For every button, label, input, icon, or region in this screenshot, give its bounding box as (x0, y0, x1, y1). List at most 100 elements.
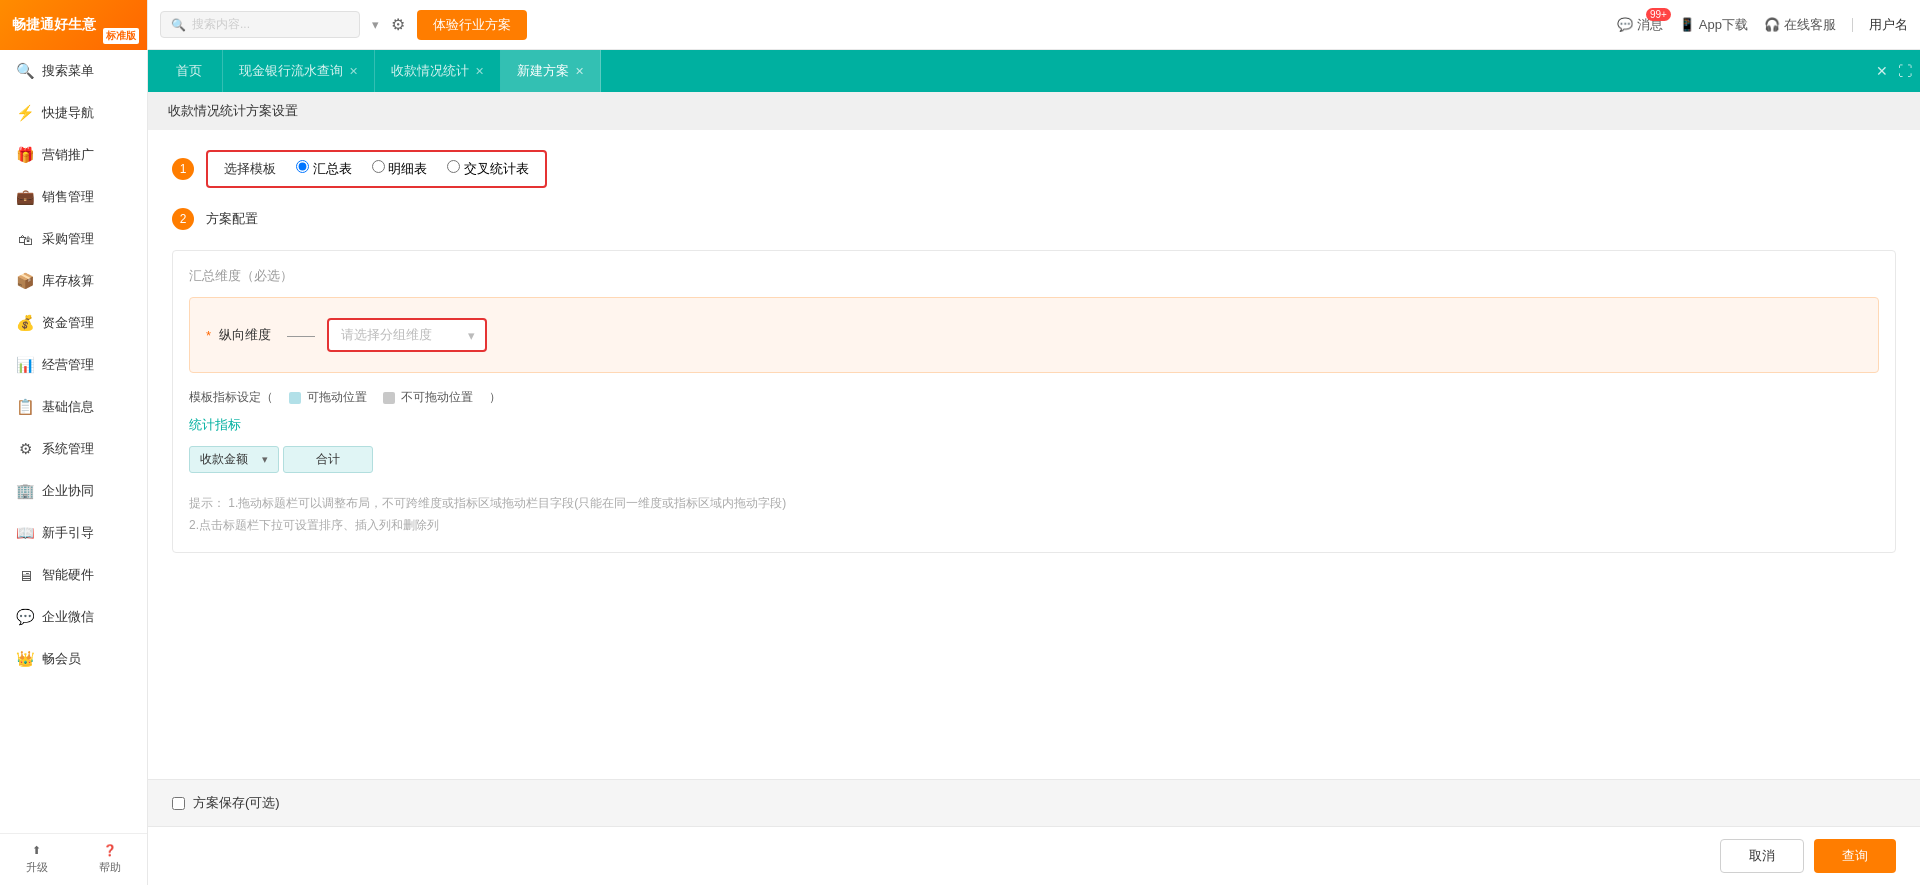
sidebar-item-purchase[interactable]: 🛍 采购管理 (0, 218, 147, 260)
download-label: App下载 (1699, 16, 1748, 34)
sidebar-item-guide[interactable]: 📖 新手引导 (0, 512, 147, 554)
app-download-item[interactable]: 📱 App下载 (1679, 16, 1748, 34)
cancel-button[interactable]: 取消 (1720, 839, 1804, 873)
sidebar-item-inventory[interactable]: 📦 库存核算 (0, 260, 147, 302)
tab-expand-icon[interactable]: ⛶ (1898, 63, 1912, 79)
breadcrumb-text: 收款情况统计方案设置 (168, 103, 298, 118)
tab-bank-flow[interactable]: 现金银行流水查询 ✕ (223, 50, 375, 92)
upgrade-icon: ⬆ (32, 844, 41, 857)
sidebar-item-search-menu[interactable]: 🔍 搜索菜单 (0, 50, 147, 92)
search-menu-icon: 🔍 (16, 62, 34, 80)
metric-tag-amount[interactable]: 收款金额 ▾ (189, 446, 279, 473)
help-label: 帮助 (99, 860, 121, 875)
step2-label: 方案配置 (206, 210, 258, 228)
sidebar-item-wechat[interactable]: 💬 企业微信 (0, 596, 147, 638)
basic-info-icon: 📋 (16, 398, 34, 416)
tab-close-all-icon[interactable]: ✕ (1876, 63, 1888, 79)
step1-row: 1 选择模板 汇总表 明细表 交叉统计表 (172, 150, 1896, 188)
radio-summary[interactable] (296, 160, 309, 173)
save-checkbox[interactable] (172, 797, 185, 810)
dimension-title-text: 汇总维度（必选） (189, 268, 293, 283)
sidebar-label-quick-nav: 快捷导航 (42, 104, 94, 122)
sidebar-item-enterprise[interactable]: 🏢 企业协同 (0, 470, 147, 512)
radio-cross[interactable] (447, 160, 460, 173)
config-panel: 汇总维度（必选） * 纵向维度 —— 请选择分组维度 模板指标设定（ (172, 250, 1896, 553)
sidebar-label-guide: 新手引导 (42, 524, 94, 542)
dropdown-arrow-icon[interactable]: ▾ (372, 17, 379, 32)
tip-2: 2.点击标题栏下拉可设置排序、插入列和删除列 (189, 515, 1879, 537)
sidebar-help[interactable]: ❓ 帮助 (99, 844, 121, 875)
step2-number: 2 (172, 208, 194, 230)
metric-tag-label: 收款金额 (200, 451, 248, 468)
support-item[interactable]: 🎧 在线客服 (1764, 16, 1836, 34)
sidebar-item-sales[interactable]: 💼 销售管理 (0, 176, 147, 218)
sidebar-label-search-menu: 搜索菜单 (42, 62, 94, 80)
sidebar-label-basic-info: 基础信息 (42, 398, 94, 416)
search-box[interactable]: 🔍 搜索内容... (160, 11, 360, 38)
finance-icon: 💰 (16, 314, 34, 332)
logo: 畅捷通好生意 标准版 (0, 0, 147, 50)
sidebar-label-finance: 资金管理 (42, 314, 94, 332)
breadcrumb: 收款情况统计方案设置 (148, 92, 1920, 130)
sidebar-item-hardware[interactable]: 🖥 智能硬件 (0, 554, 147, 596)
sidebar-item-member[interactable]: 👑 畅会员 (0, 638, 147, 680)
sidebar-label-sales: 销售管理 (42, 188, 94, 206)
tab-receipt-stats-close-icon[interactable]: ✕ (475, 65, 484, 78)
settings-suffix: ） (489, 389, 501, 406)
radio-detail[interactable] (372, 160, 385, 173)
metric-subtag-total[interactable]: 合计 (283, 446, 373, 473)
dim-type-label: 纵向维度 (219, 326, 271, 344)
metrics-title: 统计指标 (189, 416, 373, 434)
support-label: 在线客服 (1784, 16, 1836, 34)
sidebar-item-quick-nav[interactable]: ⚡ 快捷导航 (0, 92, 147, 134)
sidebar-bottom: ⬆ 升级 ❓ 帮助 (0, 833, 147, 885)
sidebar-label-inventory: 库存核算 (42, 272, 94, 290)
tab-new-plan-label: 新建方案 (517, 62, 569, 80)
metrics-columns: 统计指标 收款金额 ▾ 合计 (189, 416, 1879, 473)
sidebar-item-system[interactable]: ⚙ 系统管理 (0, 428, 147, 470)
trial-button[interactable]: 体验行业方案 (417, 10, 527, 40)
arrow-icon: —— (287, 327, 315, 343)
tab-receipt-stats-label: 收款情况统计 (391, 62, 469, 80)
sidebar-label-operation: 经营管理 (42, 356, 94, 374)
sidebar-item-finance[interactable]: 💰 资金管理 (0, 302, 147, 344)
tab-bank-flow-close-icon[interactable]: ✕ (349, 65, 358, 78)
sidebar-item-basic-info[interactable]: 📋 基础信息 (0, 386, 147, 428)
template-selection-box: 选择模板 汇总表 明细表 交叉统计表 (206, 150, 547, 188)
search-icon: 🔍 (171, 18, 186, 32)
draggable-legend: 可拖动位置 (289, 389, 367, 406)
fixed-label: 不可拖动位置 (401, 389, 473, 406)
sidebar-upgrade[interactable]: ⬆ 升级 (26, 844, 48, 875)
template-option-detail[interactable]: 明细表 (372, 160, 428, 178)
quick-nav-icon: ⚡ (16, 104, 34, 122)
dimension-title: 汇总维度（必选） (189, 267, 1879, 285)
dimension-select[interactable]: 请选择分组维度 (327, 318, 487, 352)
tips-section: 提示： 1.拖动标题栏可以调整布局，不可跨维度或指标区域拖动栏目字段(只能在同一… (189, 493, 1879, 536)
template-cross-label: 交叉统计表 (464, 161, 529, 176)
metric-chevron-icon: ▾ (262, 453, 268, 466)
tab-new-plan-close-icon[interactable]: ✕ (575, 65, 584, 78)
sidebar-label-hardware: 智能硬件 (42, 566, 94, 584)
template-option-summary[interactable]: 汇总表 (296, 160, 352, 178)
tab-new-plan[interactable]: 新建方案 ✕ (501, 50, 601, 92)
sidebar-item-marketing[interactable]: 🎁 营销推广 (0, 134, 147, 176)
tab-receipt-stats[interactable]: 收款情况统计 ✕ (375, 50, 501, 92)
tab-home[interactable]: 首页 (156, 50, 223, 92)
main-area: 🔍 搜索内容... ▾ ⚙ 体验行业方案 💬 消息 99+ 📱 App下载 🎧 … (148, 0, 1920, 885)
topbar-right: 💬 消息 99+ 📱 App下载 🎧 在线客服 用户名 (1617, 16, 1908, 34)
save-label[interactable]: 方案保存(可选) (193, 794, 280, 812)
sidebar-item-operation[interactable]: 📊 经营管理 (0, 344, 147, 386)
notification-item[interactable]: 💬 消息 99+ (1617, 16, 1663, 34)
metrics-column: 统计指标 收款金额 ▾ 合计 (189, 416, 373, 473)
tabbar: 首页 现金银行流水查询 ✕ 收款情况统计 ✕ 新建方案 ✕ ✕ ⛶ (148, 50, 1920, 92)
logo-text: 畅捷通好生意 (12, 16, 96, 34)
required-mark: * (206, 328, 211, 343)
save-section: 方案保存(可选) (148, 779, 1920, 826)
template-option-cross[interactable]: 交叉统计表 (447, 160, 529, 178)
settings-icon[interactable]: ⚙ (391, 15, 405, 34)
query-button[interactable]: 查询 (1814, 839, 1896, 873)
username-display[interactable]: 用户名 (1869, 16, 1908, 34)
metrics-legend: 模板指标设定（ 可拖动位置 不可拖动位置 ） (189, 389, 1879, 406)
sales-icon: 💼 (16, 188, 34, 206)
sidebar-label-enterprise: 企业协同 (42, 482, 94, 500)
